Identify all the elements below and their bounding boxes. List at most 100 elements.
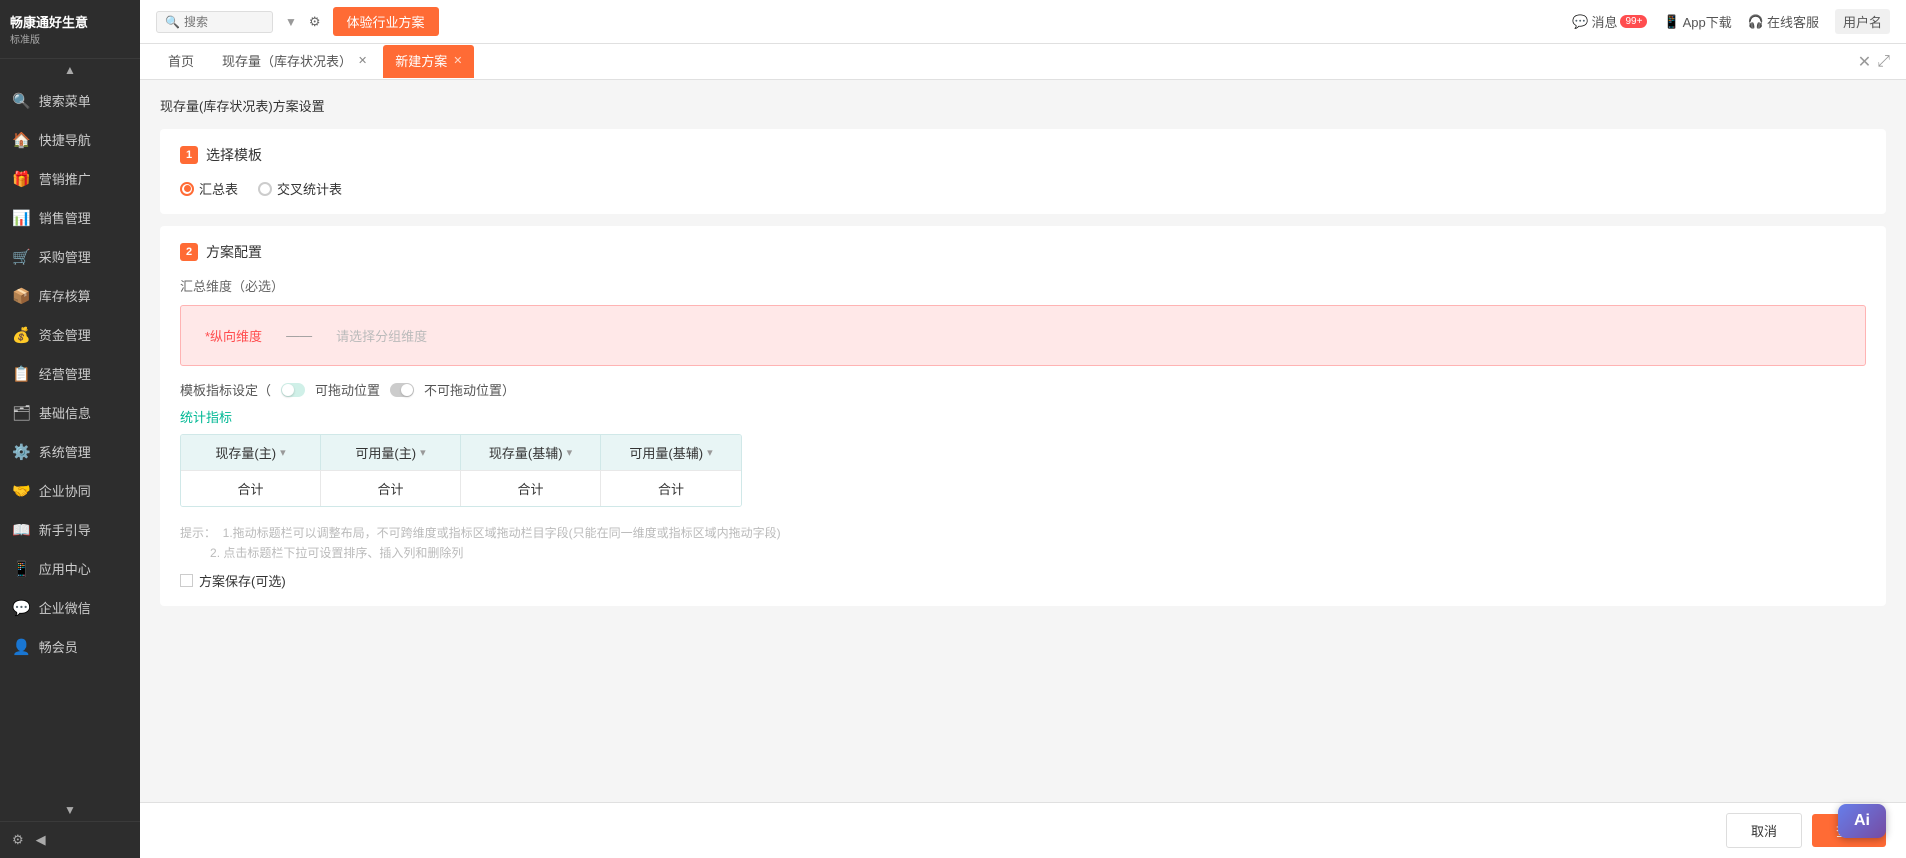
chevron-down-icon-3[interactable]: ▾: [567, 446, 573, 459]
chevron-down-icon-4[interactable]: ▾: [707, 446, 713, 459]
tab-inventory-status-label: 现存量（库存状况表）: [222, 51, 352, 70]
sidebar-item-label: 销售管理: [39, 208, 91, 227]
tip-2: 2. 点击标题栏下拉可设置排序、插入列和删除列: [180, 544, 1866, 561]
radio-crosstab[interactable]: [258, 182, 272, 196]
page-title: 现存量(库存状况表)方案设置: [160, 96, 1886, 115]
draggable-toggle[interactable]: [281, 383, 305, 397]
stats-table-header: 现存量(主) ▾ 可用量(主) ▾ 现存量(基辅) ▾ 可用量(基辅): [181, 435, 741, 470]
panel-expand-btn[interactable]: ⤢: [1877, 53, 1890, 71]
sidebar-item-label: 新手引导: [39, 520, 91, 539]
template-crosstab-label: 交叉统计表: [277, 179, 342, 198]
sidebar-item-operations[interactable]: 📋 经营管理: [0, 354, 140, 393]
sidebar-item-system[interactable]: ⚙️ 系统管理: [0, 432, 140, 471]
footer: 取消 查询: [140, 802, 1906, 858]
user-avatar[interactable]: 用户名: [1835, 9, 1890, 34]
panel-close-btn[interactable]: ✕: [1858, 52, 1871, 72]
headset-icon: 🎧: [1748, 14, 1764, 30]
search-input[interactable]: [184, 15, 264, 29]
sidebar-scroll-down[interactable]: ▼: [0, 799, 140, 821]
settings-icon[interactable]: ⚙: [12, 832, 24, 848]
dimension-box[interactable]: *纵向维度 —— 请选择分组维度: [180, 305, 1866, 366]
search-icon: 🔍: [165, 15, 180, 29]
message-icon: 💬: [1572, 14, 1588, 30]
section-plan-config: 2 方案配置 汇总维度（必选） *纵向维度 —— 请选择分组维度 模板指标设定（…: [160, 226, 1886, 606]
dimension-required: *纵向维度: [205, 326, 262, 345]
sidebar: 畅康通好生意 标准版 ▲ 🔍 搜索菜单 🏠 快捷导航 🎁 营销推广 📊 销售管理…: [0, 0, 140, 858]
stats-col-3-label: 现存量(基辅): [489, 443, 563, 462]
dimension-placeholder: 请选择分组维度: [336, 326, 427, 345]
sidebar-nav: 🔍 搜索菜单 🏠 快捷导航 🎁 营销推广 📊 销售管理 🛒 采购管理 📦 库存核…: [0, 81, 140, 799]
folder-icon: 🗂: [12, 404, 31, 422]
sidebar-item-finance[interactable]: 💰 资金管理: [0, 315, 140, 354]
sidebar-item-purchase[interactable]: 🛒 采购管理: [0, 237, 140, 276]
topbar-actions: 💬 消息 99+ 📱 App下载 🎧 在线客服 用户名: [1572, 9, 1890, 34]
stats-title: 统计指标: [180, 407, 1866, 426]
sidebar-item-label: 系统管理: [39, 442, 91, 461]
stats-col-cell-1: 合计: [181, 471, 321, 506]
tab-new-plan[interactable]: 新建方案 ✕: [383, 45, 474, 78]
save-option-label: 方案保存(可选): [199, 571, 286, 590]
topbar-settings-icon[interactable]: ⚙: [309, 14, 321, 30]
home-icon: 🏠: [12, 131, 31, 149]
radio-summary[interactable]: [180, 182, 194, 196]
cancel-button[interactable]: 取消: [1726, 813, 1802, 848]
sidebar-item-label: 企业协同: [39, 481, 91, 500]
scroll-down-btn[interactable]: ▼: [64, 803, 76, 817]
template-option-summary[interactable]: 汇总表: [180, 179, 238, 198]
handshake-icon: 🤝: [12, 482, 31, 500]
sidebar-item-label: 畅会员: [39, 637, 78, 656]
tab-home[interactable]: 首页: [156, 45, 206, 78]
sidebar-item-app-center[interactable]: 📱 应用中心: [0, 549, 140, 588]
sidebar-item-cooperation[interactable]: 🤝 企业协同: [0, 471, 140, 510]
sidebar-item-label: 搜索菜单: [39, 91, 91, 110]
clipboard-icon: 📋: [12, 365, 31, 383]
dropdown-icon[interactable]: ▼: [285, 15, 297, 29]
sidebar-item-inventory[interactable]: 📦 库存核算: [0, 276, 140, 315]
sidebar-item-label: 基础信息: [39, 403, 91, 422]
trial-btn[interactable]: 体验行业方案: [333, 7, 439, 36]
stats-col-header-1[interactable]: 现存量(主) ▾: [181, 435, 321, 470]
topbar: 🔍 ▼ ⚙ 体验行业方案 💬 消息 99+ 📱 App下载 🎧 在线客服 用户名: [140, 0, 1906, 44]
tab-inventory-close-btn[interactable]: ✕: [358, 54, 367, 67]
template-options: 汇总表 交叉统计表: [180, 179, 1866, 198]
sidebar-item-quick-nav[interactable]: 🏠 快捷导航: [0, 120, 140, 159]
sidebar-item-label: 应用中心: [39, 559, 91, 578]
tab-new-plan-close-btn[interactable]: ✕: [453, 54, 462, 67]
sidebar-item-search-menu[interactable]: 🔍 搜索菜单: [0, 81, 140, 120]
indicator-settings-text: 模板指标设定（: [180, 380, 271, 399]
chevron-down-icon-2[interactable]: ▾: [420, 446, 426, 459]
sidebar-item-new-guide[interactable]: 📖 新手引导: [0, 510, 140, 549]
stats-col-header-2[interactable]: 可用量(主) ▾: [321, 435, 461, 470]
section-choose-template: 1 选择模板 汇总表 交叉统计表: [160, 129, 1886, 214]
stats-section: 统计指标 现存量(主) ▾ 可用量(主) ▾ 现存量(基辅): [180, 407, 1866, 510]
stats-col-header-4[interactable]: 可用量(基辅) ▾: [601, 435, 741, 470]
online-service-link[interactable]: 🎧 在线客服: [1748, 12, 1819, 31]
sound-icon[interactable]: ◀: [36, 832, 46, 848]
chevron-down-icon-1[interactable]: ▾: [280, 446, 286, 459]
sidebar-item-basic-info[interactable]: 🗂 基础信息: [0, 393, 140, 432]
tabbar: 首页 现存量（库存状况表） ✕ 新建方案 ✕ ✕ ⤢: [140, 44, 1906, 80]
template-option-crosstab[interactable]: 交叉统计表: [258, 179, 342, 198]
indicator-settings-label: 模板指标设定（ 可拖动位置 不可拖动位置）: [180, 380, 1866, 399]
section1-header: 1 选择模板: [180, 145, 1866, 165]
sidebar-logo: 畅康通好生意 标准版: [0, 0, 140, 59]
tab-home-label: 首页: [168, 51, 194, 70]
ai-fab-button[interactable]: Ai: [1838, 804, 1886, 838]
app-name: 畅康通好生意: [10, 12, 130, 31]
chart-icon: 📊: [12, 209, 31, 227]
sidebar-item-wechat[interactable]: 💬 企业微信: [0, 588, 140, 627]
template-summary-label: 汇总表: [199, 179, 238, 198]
sidebar-item-member[interactable]: 👤 畅会员: [0, 627, 140, 666]
scroll-up-btn[interactable]: ▲: [64, 63, 76, 77]
sidebar-item-marketing[interactable]: 🎁 营销推广: [0, 159, 140, 198]
topbar-search[interactable]: 🔍: [156, 11, 273, 33]
stats-table-row: 合计 合计 合计 合计: [181, 470, 741, 506]
sidebar-scroll-up[interactable]: ▲: [0, 59, 140, 81]
sidebar-item-sales[interactable]: 📊 销售管理: [0, 198, 140, 237]
app-download-link[interactable]: 📱 App下载: [1663, 12, 1731, 31]
stats-col-header-3[interactable]: 现存量(基辅) ▾: [461, 435, 601, 470]
messages-area[interactable]: 💬 消息 99+: [1572, 12, 1647, 31]
save-checkbox[interactable]: [180, 574, 193, 587]
section2-header: 2 方案配置: [180, 242, 1866, 262]
tab-inventory-status[interactable]: 现存量（库存状况表） ✕: [210, 45, 379, 78]
